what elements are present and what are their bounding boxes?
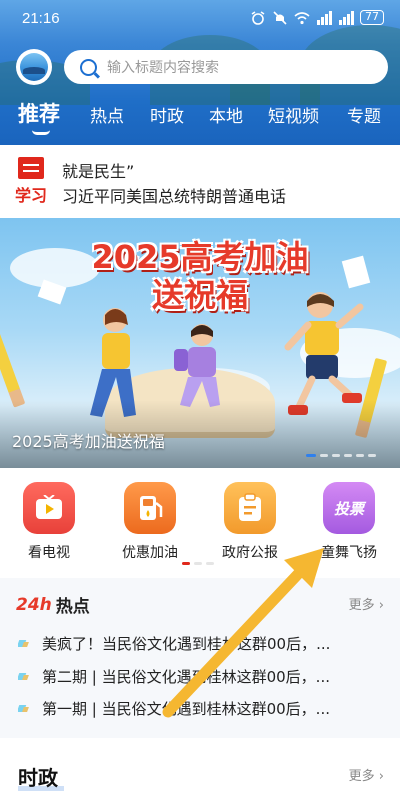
category-tabs: 推荐 热点 时政 本地 短视频 专题 [0,96,400,136]
quick-page-indicator [182,562,214,565]
hot-more-link[interactable]: 更多 › [349,594,384,613]
tab-topics[interactable]: 专题 [347,102,381,127]
tab-hot[interactable]: 热点 [90,102,124,127]
hot-bullet-icon [18,639,32,649]
search-bar[interactable]: 输入标题内容搜索 [64,50,388,84]
banner-dot-active [306,454,316,457]
status-time: 21:16 [22,10,60,27]
quick-dot [206,562,214,565]
xuexi-icon: 学习 [15,157,48,205]
banner-dot [368,454,376,457]
status-bar: 21:16 77 [0,0,400,38]
ticker-headline-1[interactable]: 就是民生” [62,158,134,182]
alarm-icon [250,11,266,25]
hot-bullet-icon [18,704,32,714]
mute-icon [272,11,288,25]
quick-label-bulletin: 政府公报 [222,545,278,561]
quick-item-dance[interactable]: 投票 童舞飞扬 [304,482,394,562]
fuel-pump-icon [124,482,176,534]
app-header: 21:16 77 输入标题内容搜索 推荐 热点 时政 本地 短视频 专题 [0,0,400,145]
hot-list-item[interactable]: 第一期 | 当民俗文化遇到桂林这群00后，... [18,698,388,719]
politics-more-link[interactable]: 更多 › [349,765,384,784]
tab-active-indicator [32,130,50,135]
hot-list-item[interactable]: 第二期 | 当民俗文化遇到桂林这群00后，... [18,666,388,687]
quick-dot-active [182,562,190,565]
quick-access-row: 看电视 优惠加油 政府公报 投票 童舞飞扬 [0,478,400,570]
vote-icon: 投票 [323,482,375,534]
tab-politics[interactable]: 时政 [150,102,184,127]
quick-dot [194,562,202,565]
wifi-icon [294,11,310,25]
banner-caption: 2025高考加油送祝福 [12,432,165,451]
tab-short-video[interactable]: 短视频 [268,102,319,127]
banner-dot [320,454,328,457]
search-placeholder: 输入标题内容搜索 [107,60,219,76]
hot-item-title: 第二期 | 当民俗文化遇到桂林这群00后，... [42,668,330,686]
hot-item-title: 美疯了！当民俗文化遇到桂林这群00后，... [42,635,331,653]
politics-section-title: 时政 [18,766,58,790]
tab-local[interactable]: 本地 [209,102,243,127]
hot-bullet-icon [18,672,32,682]
hot-title-text: 热点 [55,597,90,617]
search-icon [80,58,97,76]
banner-dot [344,454,352,457]
quick-label-tv: 看电视 [28,545,70,561]
hot-section-title: 24h 热点 [16,592,90,618]
app-logo[interactable] [16,49,52,85]
banner-dot [332,454,340,457]
xuexi-label: 学习 [15,186,48,205]
tv-icon [23,482,75,534]
banner-dot [356,454,364,457]
signal-icon-2 [338,11,354,25]
quick-item-bulletin[interactable]: 政府公报 [205,482,295,562]
quick-label-fuel: 优惠加油 [122,545,178,561]
banner-page-indicator [306,454,376,457]
hot-24h-badge: 24h [16,594,52,615]
quick-item-tv[interactable]: 看电视 [4,482,94,562]
signal-icon [316,11,332,25]
hot-list-item[interactable]: 美疯了！当民俗文化遇到桂林这群00后，... [18,633,388,654]
bulletin-icon [224,482,276,534]
ticker-headline-2[interactable]: 习近平同美国总统特朗普通电话 [62,183,286,207]
quick-item-fuel[interactable]: 优惠加油 [105,482,195,562]
vote-icon-text: 投票 [333,499,364,518]
battery-indicator: 77 [360,10,384,25]
hot-item-title: 第一期 | 当民俗文化遇到桂林这群00后，... [42,700,330,718]
quick-label-dance: 童舞飞扬 [321,545,377,561]
tab-recommend[interactable]: 推荐 [18,98,60,128]
